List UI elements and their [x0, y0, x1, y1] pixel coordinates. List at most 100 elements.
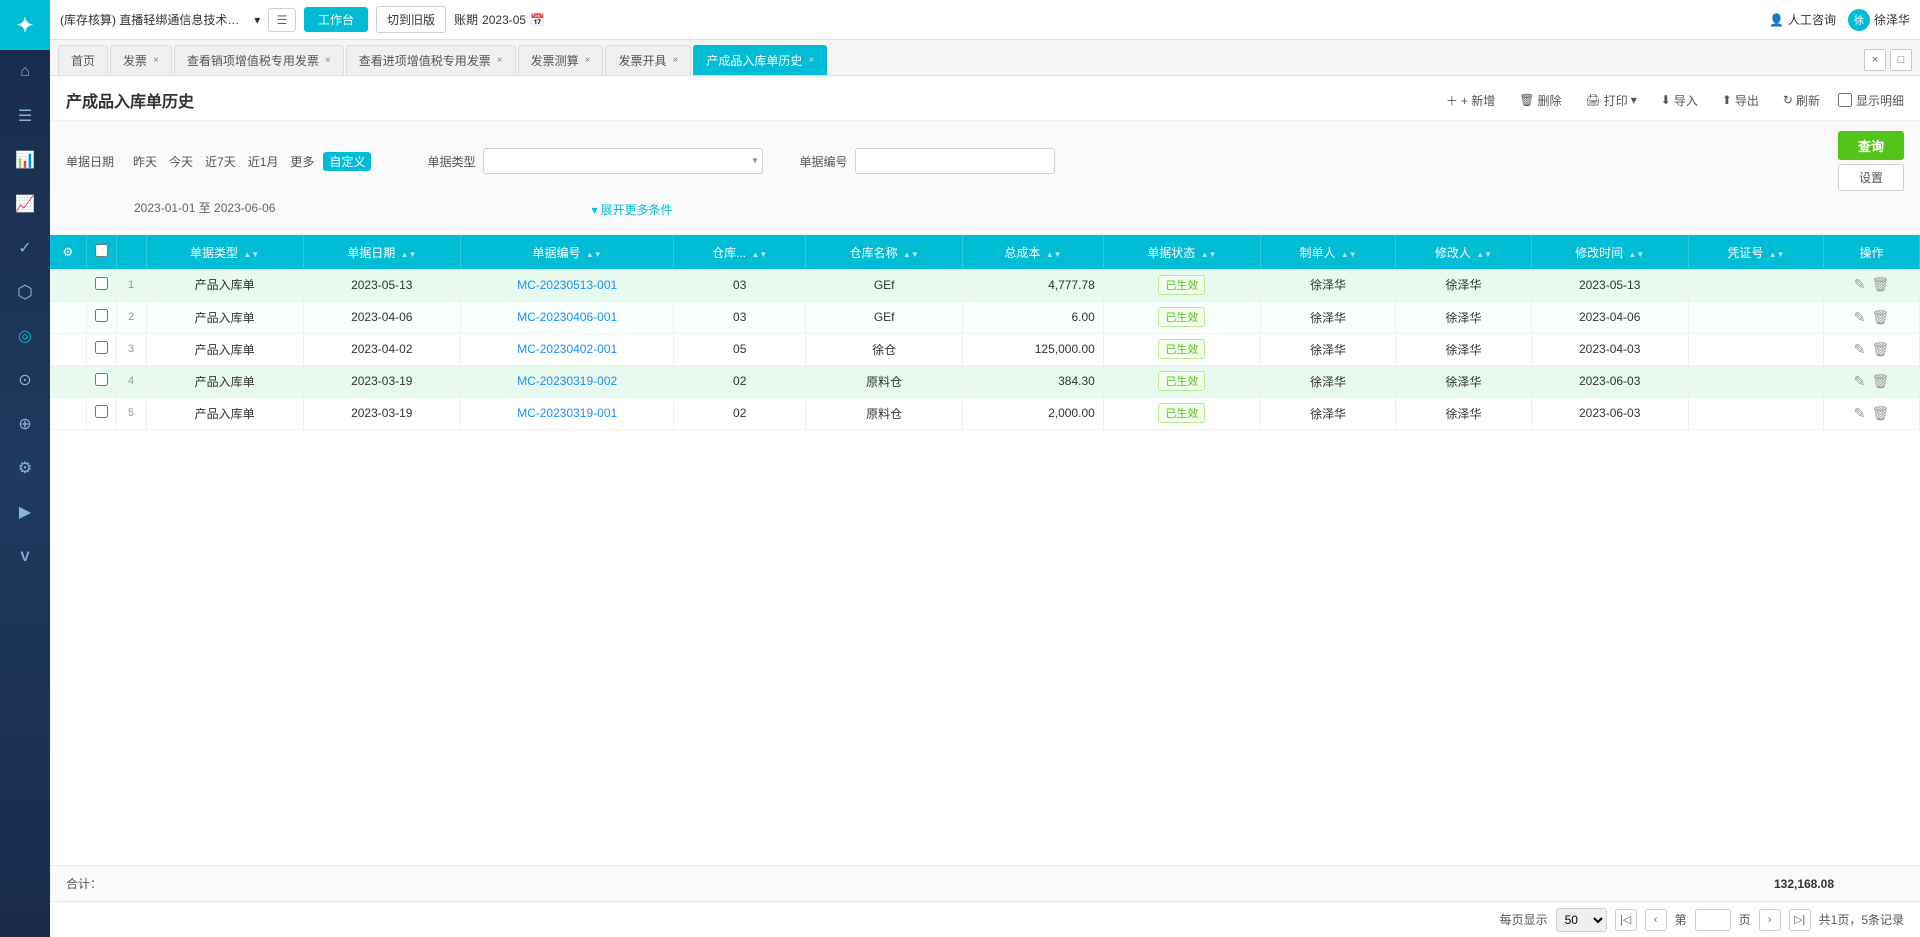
support-link[interactable]: 👤 人工咨询 — [1769, 11, 1836, 28]
tab-product-instock-close[interactable]: × — [808, 55, 814, 66]
first-page-btn[interactable]: |◁ — [1615, 909, 1637, 931]
th-warehouse-name[interactable]: 仓库名称 ▲▼ — [806, 235, 963, 269]
tab-close-all-btn[interactable]: × — [1864, 49, 1886, 71]
tab-invoice-calc[interactable]: 发票测算 × — [518, 45, 604, 75]
edit-icon-4[interactable]: ✎ — [1854, 405, 1866, 422]
th-total-cost[interactable]: 总成本 ▲▼ — [963, 235, 1104, 269]
per-page-select[interactable]: 50 10 20 100 — [1556, 908, 1607, 932]
th-doc-num[interactable]: 单据编号 ▲▼ — [460, 235, 674, 269]
cell-doc-num-1[interactable]: MC-20230406-001 — [460, 301, 674, 333]
tab-view-input-vat[interactable]: 查看进项增值税专用发票 × — [346, 45, 516, 75]
workbench-button[interactable]: 工作台 — [304, 7, 368, 32]
select-all-checkbox[interactable] — [95, 244, 108, 257]
tab-invoice-open-close[interactable]: × — [672, 55, 678, 66]
sidebar-item-documents[interactable]: ☰ — [0, 94, 50, 138]
th-voucher-num[interactable]: 凭证号 ▲▼ — [1688, 235, 1823, 269]
tab-invoice[interactable]: 发票 × — [110, 45, 172, 75]
row-checkbox-1[interactable] — [95, 309, 108, 322]
export-button[interactable]: ⬆ 导出 — [1716, 89, 1765, 112]
settings-button[interactable]: 设置 — [1838, 164, 1904, 191]
row-checkbox-3[interactable] — [95, 373, 108, 386]
sidebar-item-tasks[interactable]: ✓ — [0, 226, 50, 270]
tab-home-label: 首页 — [71, 52, 95, 69]
display-toggle-checkbox[interactable] — [1838, 93, 1852, 107]
shortcut-yesterday[interactable]: 昨天 — [130, 152, 160, 171]
shortcut-custom[interactable]: 自定义 — [323, 152, 371, 171]
sidebar-item-home[interactable]: ⌂ — [0, 50, 50, 94]
delete-icon-1[interactable]: 🗑 — [1872, 309, 1890, 326]
sidebar-item-analysis[interactable]: 📈 — [0, 182, 50, 226]
tab-invoice-calc-close[interactable]: × — [585, 55, 591, 66]
cell-wh-name-2: 徐仓 — [806, 333, 963, 365]
export-icon: ⬆ — [1722, 93, 1732, 107]
company-selector[interactable]: (库存核算) 直播轻绑通信息技术股份... ▾ — [60, 11, 260, 28]
next-page-btn[interactable]: › — [1759, 909, 1781, 931]
support-icon: 👤 — [1769, 13, 1784, 27]
row-checkbox-0[interactable] — [95, 277, 108, 290]
tab-maximize-btn[interactable]: □ — [1890, 49, 1912, 71]
tab-view-input-vat-label: 查看进项增值税专用发票 — [359, 52, 491, 69]
th-doc-date[interactable]: 单据日期 ▲▼ — [303, 235, 460, 269]
sidebar-item-flow[interactable]: ⊕ — [0, 402, 50, 446]
th-doc-type[interactable]: 单据类型 ▲▼ — [146, 235, 303, 269]
doc-icon-btn[interactable]: ☰ — [268, 8, 296, 32]
sidebar-item-active[interactable]: ◎ — [0, 314, 50, 358]
cell-doc-num-3[interactable]: MC-20230319-002 — [460, 365, 674, 397]
edit-icon-2[interactable]: ✎ — [1854, 341, 1866, 358]
prev-page-btn[interactable]: ‹ — [1645, 909, 1667, 931]
delete-icon-0[interactable]: 🗑 — [1872, 276, 1890, 293]
row-checkbox-4[interactable] — [95, 405, 108, 418]
delete-icon-3[interactable]: 🗑 — [1872, 373, 1890, 390]
th-doc-status[interactable]: 单据状态 ▲▼ — [1103, 235, 1260, 269]
print-icon: 🖨 — [1585, 93, 1600, 107]
edit-icon-3[interactable]: ✎ — [1854, 373, 1866, 390]
shortcut-more[interactable]: 更多 — [287, 152, 317, 171]
tab-view-input-close[interactable]: × — [497, 55, 503, 66]
cell-doc-num-4[interactable]: MC-20230319-001 — [460, 397, 674, 429]
query-button[interactable]: 查询 — [1838, 131, 1904, 160]
sidebar-item-warehouse[interactable]: ⬡ — [0, 270, 50, 314]
doc-num-input[interactable] — [855, 148, 1055, 174]
import-button[interactable]: ⬇ 导入 — [1655, 89, 1704, 112]
tab-view-sales-close[interactable]: × — [325, 55, 331, 66]
new-button[interactable]: ＋ + 新增 — [1440, 89, 1501, 112]
expand-more-btn[interactable]: ▾ 展开更多条件 — [591, 201, 672, 218]
refresh-button[interactable]: ↻ 刷新 — [1777, 89, 1826, 112]
th-settings[interactable]: ⚙ — [50, 235, 86, 269]
sidebar-item-chart[interactable]: 📊 — [0, 138, 50, 182]
cell-doc-num-0[interactable]: MC-20230513-001 — [460, 269, 674, 301]
delete-icon-2[interactable]: 🗑 — [1872, 341, 1890, 358]
sidebar-item-video[interactable]: ▶ — [0, 490, 50, 534]
edit-icon-1[interactable]: ✎ — [1854, 309, 1866, 326]
shortcut-today[interactable]: 今天 — [166, 152, 196, 171]
page-input[interactable]: 1 — [1695, 909, 1731, 931]
row-checkbox-2[interactable] — [95, 341, 108, 354]
shortcut-1month[interactable]: 近1月 — [245, 152, 282, 171]
cell-row-num-4: 5 — [116, 397, 146, 429]
doc-type-select[interactable] — [483, 148, 763, 174]
sort-arrows-creator: ▲▼ — [1341, 251, 1357, 259]
th-modifier[interactable]: 修改人 ▲▼ — [1396, 235, 1531, 269]
cell-doc-num-2[interactable]: MC-20230402-001 — [460, 333, 674, 365]
tab-view-sales-vat[interactable]: 查看销项增值税专用发票 × — [174, 45, 344, 75]
th-modify-time[interactable]: 修改时间 ▲▼ — [1531, 235, 1688, 269]
edit-icon-0[interactable]: ✎ — [1854, 276, 1866, 293]
th-warehouse-code[interactable]: 仓库... ▲▼ — [674, 235, 806, 269]
print-button[interactable]: 🖨 打印 ▾ — [1579, 89, 1642, 112]
sidebar-item-version[interactable]: V — [0, 534, 50, 578]
sidebar-item-stamp[interactable]: ⊙ — [0, 358, 50, 402]
delete-icon-4[interactable]: 🗑 — [1872, 405, 1890, 422]
cut-to-old-button[interactable]: 切到旧版 — [376, 6, 446, 33]
delete-button[interactable]: 🗑 删除 — [1513, 89, 1567, 112]
shortcut-7days[interactable]: 近7天 — [202, 152, 239, 171]
calendar-icon[interactable]: 📅 — [530, 13, 545, 27]
tab-invoice-open[interactable]: 发票开具 × — [605, 45, 691, 75]
user-profile[interactable]: 徐 徐泽华 — [1848, 9, 1910, 31]
tab-invoice-close[interactable]: × — [153, 55, 159, 66]
tab-product-instock[interactable]: 产成品入库单历史 × — [693, 45, 827, 75]
tab-home[interactable]: 首页 — [58, 45, 108, 75]
last-page-btn[interactable]: ▷| — [1789, 909, 1811, 931]
th-creator[interactable]: 制单人 ▲▼ — [1260, 235, 1395, 269]
sidebar-item-settings[interactable]: ⚙ — [0, 446, 50, 490]
table-row: 2 产品入库单 2023-04-06 MC-20230406-001 03 GE… — [50, 301, 1920, 333]
